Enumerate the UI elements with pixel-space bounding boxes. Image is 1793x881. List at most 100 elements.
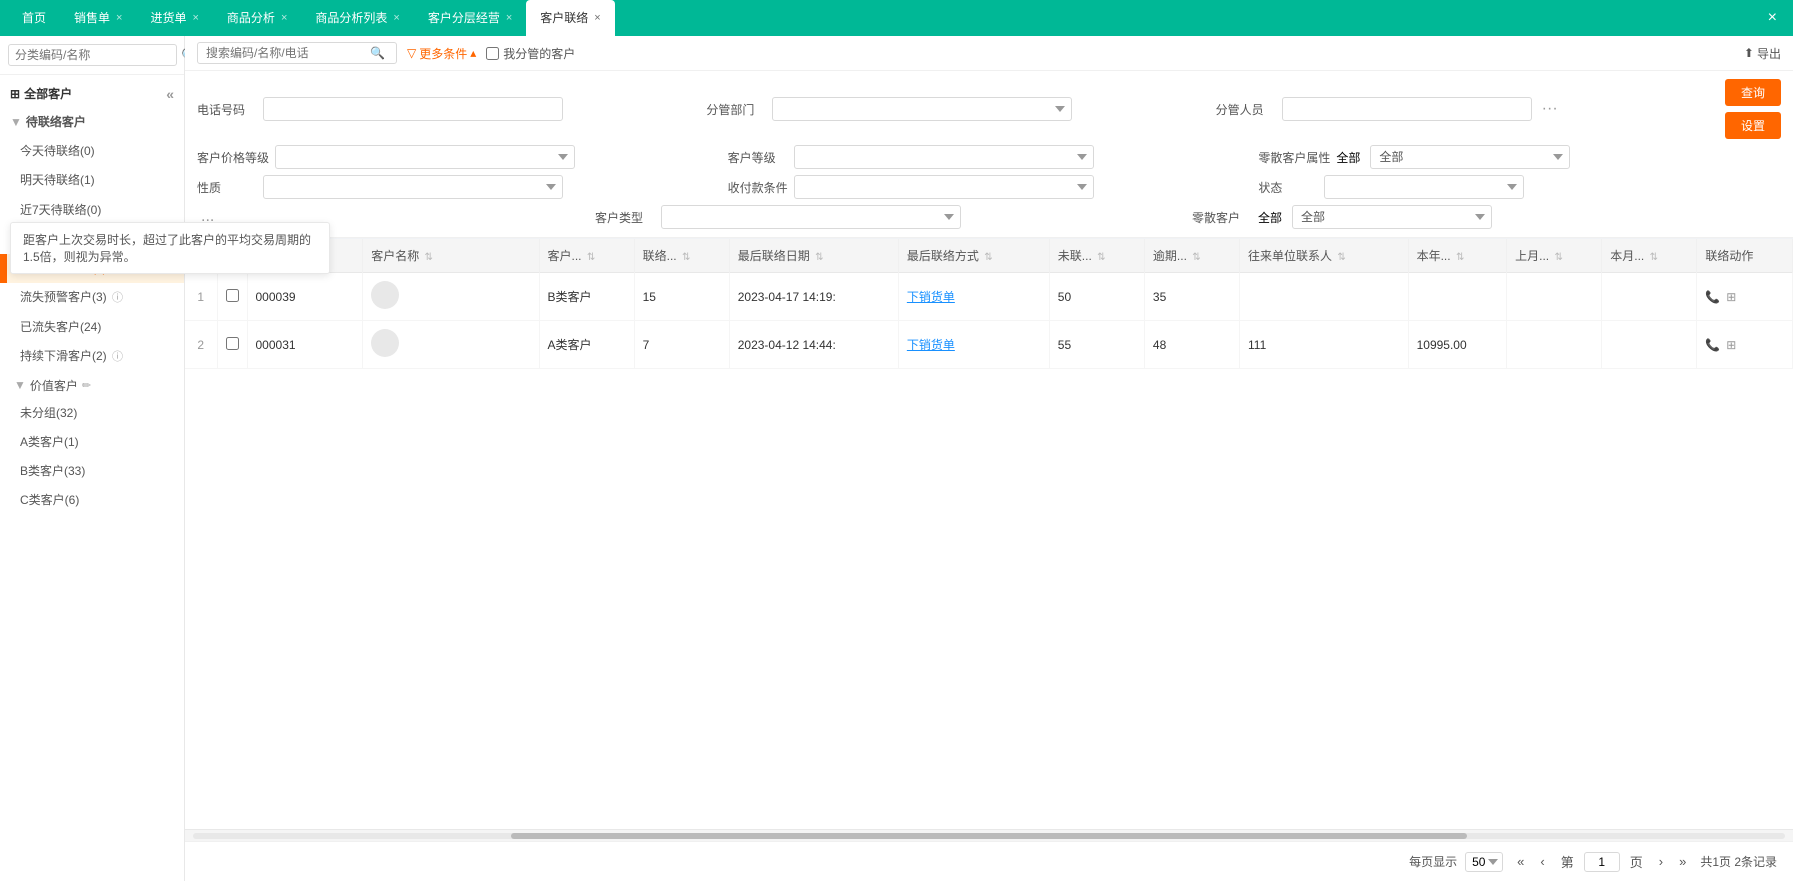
last-page-button[interactable]: » (1673, 852, 1692, 871)
filter-bar: 🔍 ▽ 更多条件 我分管的客户 ⬆ 导出 (185, 36, 1793, 71)
sidebar-ungrouped[interactable]: 未分组(32) (0, 399, 184, 428)
th-type[interactable]: 客户... ⇅ (539, 239, 634, 273)
th-this-month[interactable]: 本月... ⇅ (1602, 239, 1697, 273)
sidebar-churned[interactable]: 已流失客户(24) (0, 313, 184, 342)
row-last-method-1[interactable]: 下销货单 (898, 273, 1049, 321)
price-level-select[interactable] (275, 145, 575, 169)
row-this-month-2 (1602, 321, 1697, 369)
more-conditions-button[interactable]: ▽ 更多条件 (407, 45, 476, 62)
nav-customer-contact-close[interactable]: × (594, 0, 600, 36)
manager-input[interactable] (1282, 97, 1532, 121)
sidebar-search-input[interactable] (8, 44, 177, 66)
th-contact[interactable]: 联络... ⇅ (634, 239, 729, 273)
nature-select[interactable] (263, 175, 563, 199)
nav-purchase-label: 进货单 (150, 0, 186, 36)
nav-customer-segmentation[interactable]: 客户分层经营 × (414, 0, 526, 36)
prev-page-button[interactable]: ‹ (1534, 852, 1550, 871)
qr-action-icon-1[interactable]: ⊞ (1726, 290, 1736, 304)
th-pending[interactable]: 未联... ⇅ (1049, 239, 1144, 273)
sidebar-section: ⊞ 全部客户 « ▼ 待联络客户 今天待联络(0) 明天待联络(1) 近7天待联… (0, 75, 184, 881)
table-header: ⚙ 客户编码 ⇅ 客户名称 ⇅ 客户... ⇅ 联络... ⇅ 最后联络日期 ⇅… (185, 239, 1793, 273)
sidebar-declining[interactable]: 持续下滑客户(2) ⓘ (0, 342, 184, 372)
sidebar-value-customers[interactable]: ▼ 价值客户 ✏ (0, 372, 184, 399)
collapse-icon[interactable]: « (166, 86, 174, 102)
row-1-checkbox[interactable] (226, 289, 239, 302)
first-page-button[interactable]: « (1511, 852, 1530, 871)
per-page-select[interactable]: 50 (1465, 852, 1503, 872)
scatter-customer-value: 全部 (1258, 209, 1282, 226)
th-last-month[interactable]: 上月... ⇅ (1507, 239, 1602, 273)
sidebar-7days-pending[interactable]: 近7天待联络(0) (0, 196, 184, 225)
row-checkbox-1[interactable] (217, 273, 247, 321)
content-area: 🔍 ▽ 更多条件 我分管的客户 ⬆ 导出 电话号码 (185, 36, 1793, 881)
sidebar-churn-warning[interactable]: 流失预警客户(3) ⓘ (0, 283, 184, 313)
row-this-month-1 (1602, 273, 1697, 321)
nav-product-analysis-list-close[interactable]: × (393, 0, 399, 36)
global-close-button[interactable]: × (1760, 9, 1785, 27)
status-label: 状态 (1258, 179, 1318, 196)
row-last-method-2[interactable]: 下销货单 (898, 321, 1049, 369)
th-overdue[interactable]: 逾期... ⇅ (1144, 239, 1239, 273)
set-button[interactable]: 设置 (1725, 112, 1781, 139)
sidebar-pending-header[interactable]: ▼ 待联络客户 (0, 108, 184, 137)
my-customers-check[interactable] (486, 47, 499, 60)
customer-level-select[interactable] (794, 145, 1094, 169)
row-pending-2: 55 (1049, 321, 1144, 369)
query-button[interactable]: 查询 (1725, 79, 1781, 106)
all-customers-label: 全部客户 (24, 85, 72, 102)
sidebar-a-class[interactable]: A类客户(1) (0, 428, 184, 457)
nav-home[interactable]: 首页 (8, 0, 60, 36)
scroll-thumb[interactable] (511, 833, 1466, 839)
status-select[interactable] (1324, 175, 1524, 199)
th-last-date[interactable]: 最后联络日期 ⇅ (729, 239, 898, 273)
phone-input[interactable] (263, 97, 563, 121)
nav-purchase[interactable]: 进货单 × (136, 0, 212, 36)
page-number-input[interactable] (1584, 852, 1620, 872)
nav-product-analysis[interactable]: 商品分析 × (213, 0, 301, 36)
payment-label: 收付款条件 (728, 179, 788, 196)
nature-label: 性质 (197, 179, 257, 196)
row-last-date-1: 2023-04-17 14:19: (729, 273, 898, 321)
nav-sales[interactable]: 销售单 × (60, 0, 136, 36)
scatter-attr-select[interactable]: 全部 (1370, 145, 1570, 169)
nav-purchase-close[interactable]: × (192, 0, 198, 36)
main-search-input[interactable] (206, 46, 366, 60)
row-this-year-2: 10995.00 (1408, 321, 1507, 369)
th-this-year[interactable]: 本年... ⇅ (1408, 239, 1507, 273)
sidebar-tomorrow-pending[interactable]: 明天待联络(1) (0, 166, 184, 195)
row-checkbox-2[interactable] (217, 321, 247, 369)
department-select[interactable] (772, 97, 1072, 121)
sidebar-b-class[interactable]: B类客户(33) (0, 457, 184, 486)
horizontal-scrollbar[interactable] (185, 829, 1793, 841)
sidebar-all-customers[interactable]: ⊞ 全部客户 « (0, 79, 184, 108)
customer-type-select[interactable] (661, 205, 961, 229)
payment-select[interactable] (794, 175, 1094, 199)
nav-sales-close[interactable]: × (116, 0, 122, 36)
th-partner[interactable]: 往来单位联系人 ⇅ (1240, 239, 1409, 273)
nav-product-analysis-list[interactable]: 商品分析列表 × (301, 0, 413, 36)
my-customers-checkbox[interactable]: 我分管的客户 (486, 45, 575, 62)
scatter-customer-select[interactable]: 全部 (1292, 205, 1492, 229)
export-label: 导出 (1757, 45, 1781, 62)
next-page-button[interactable]: › (1653, 852, 1669, 871)
nav-product-analysis-close[interactable]: × (281, 0, 287, 36)
row-partner-2: 111 (1240, 321, 1409, 369)
th-last-method[interactable]: 最后联络方式 ⇅ (898, 239, 1049, 273)
sidebar-c-class[interactable]: C类客户(6) (0, 486, 184, 515)
phone-action-icon-1[interactable]: 📞 (1705, 290, 1720, 304)
manager-dots[interactable]: ··· (1538, 100, 1562, 118)
nav-customer-segmentation-label: 客户分层经营 (428, 0, 500, 36)
phone-action-icon-2[interactable]: 📞 (1705, 338, 1720, 352)
export-button[interactable]: ⬆ 导出 (1744, 45, 1781, 62)
edit-icon[interactable]: ✏ (82, 379, 91, 392)
row-2-checkbox[interactable] (226, 337, 239, 350)
th-name[interactable]: 客户名称 ⇅ (363, 239, 539, 273)
main-search-icon[interactable]: 🔍 (370, 46, 385, 60)
sidebar-search-area: 🔍 (0, 36, 184, 75)
row-last-date-2: 2023-04-12 14:44: (729, 321, 898, 369)
nav-customer-segmentation-close[interactable]: × (506, 0, 512, 36)
sidebar-today-pending[interactable]: 今天待联络(0) (0, 137, 184, 166)
row-last-month-1 (1507, 273, 1602, 321)
qr-action-icon-2[interactable]: ⊞ (1726, 338, 1736, 352)
nav-customer-contact[interactable]: 客户联络 × (526, 0, 614, 36)
